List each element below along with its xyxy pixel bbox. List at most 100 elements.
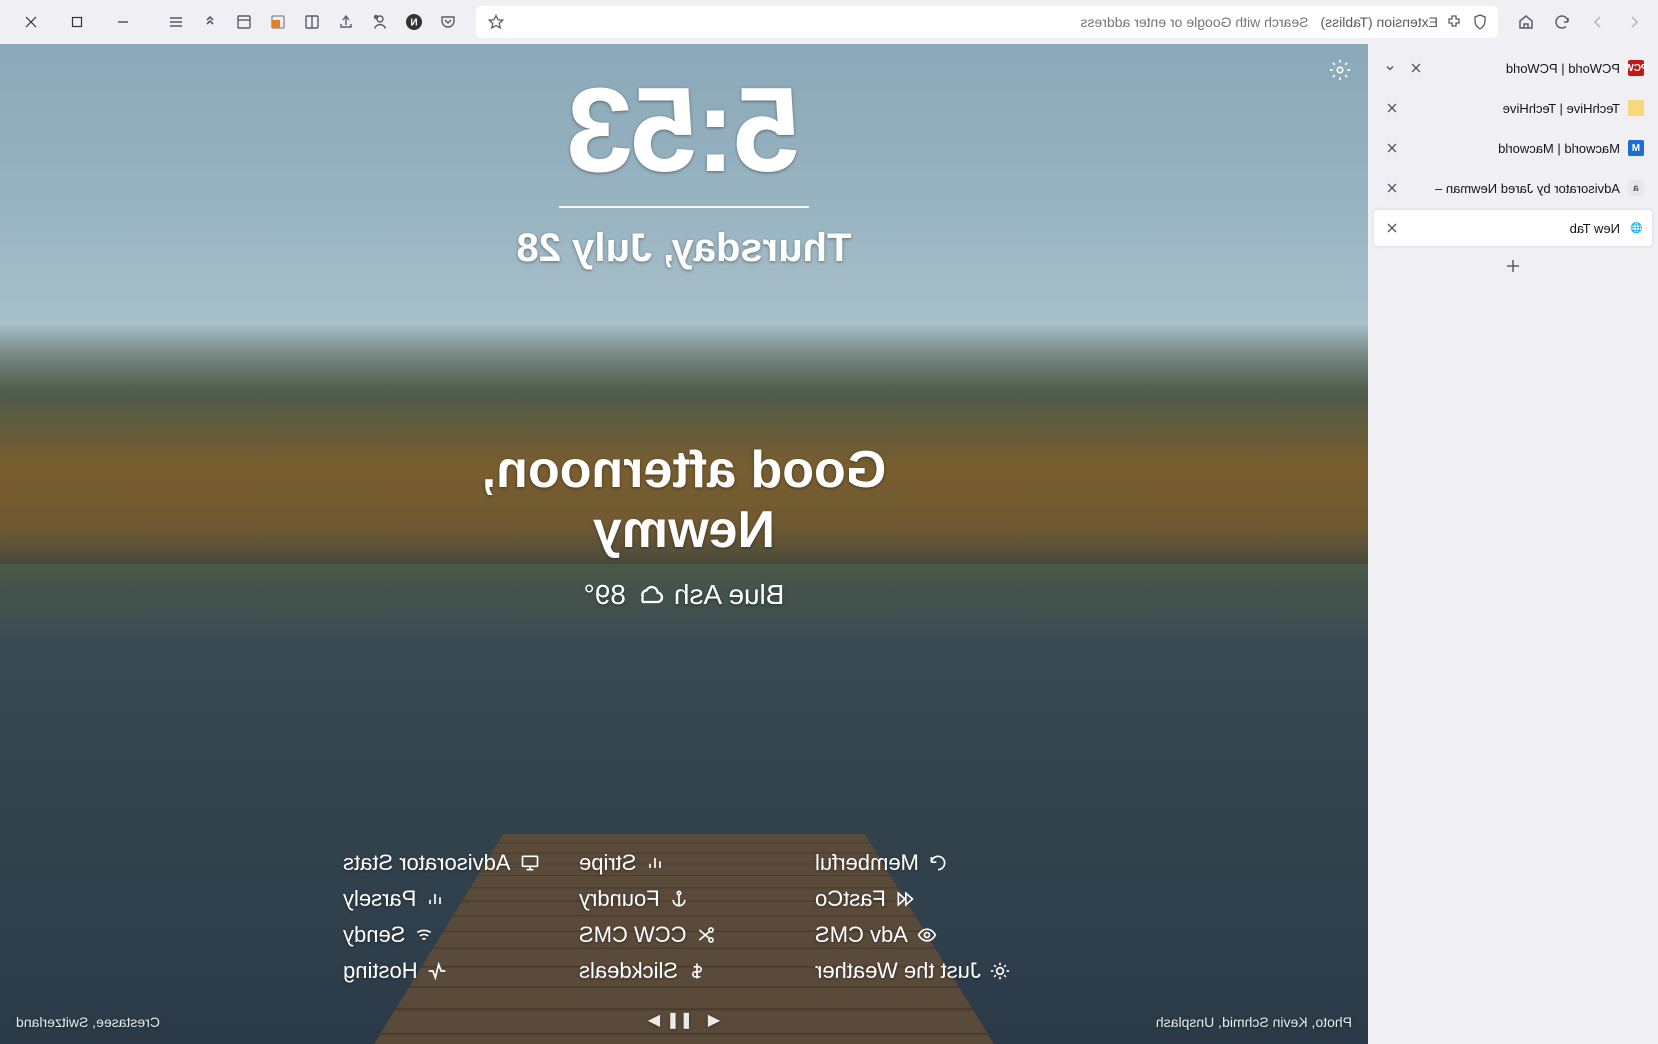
- container-button[interactable]: [262, 6, 294, 38]
- share-button[interactable]: [330, 6, 362, 38]
- reload-button[interactable]: [1546, 6, 1578, 38]
- account-button[interactable]: [364, 6, 396, 38]
- quick-link-label: Foundry: [579, 886, 660, 912]
- quick-link-label: Adv CMS: [815, 922, 908, 948]
- tab-item[interactable]: a Advisorator by Jared Newman –: [1374, 170, 1652, 206]
- tab-label: Macworld | Macworld: [1410, 141, 1620, 156]
- settings-gear-icon[interactable]: [1326, 56, 1354, 84]
- tab-label: New Tab: [1410, 221, 1620, 236]
- bookmark-star-icon[interactable]: [484, 10, 508, 34]
- extension-n-button[interactable]: N: [398, 6, 430, 38]
- tab-item[interactable]: PCW PCWorld | PCWorld: [1374, 50, 1652, 86]
- quick-link-label: Stripe: [579, 850, 636, 876]
- forward-button[interactable]: [1582, 6, 1614, 38]
- tab-favicon: 🌐: [1628, 220, 1644, 236]
- library-button[interactable]: [228, 6, 260, 38]
- tab-label: PCWorld | PCWorld: [1434, 61, 1620, 76]
- refresh-icon: [927, 852, 949, 874]
- quick-link-label: Advisorator Stats: [343, 850, 511, 876]
- bg-next-icon[interactable]: ▶: [645, 1010, 663, 1030]
- tab-favicon: PCW: [1628, 60, 1644, 76]
- tab-favicon: M: [1628, 140, 1644, 156]
- maximize-button[interactable]: [54, 6, 100, 38]
- close-window-button[interactable]: [8, 6, 54, 38]
- quick-link[interactable]: Foundry: [579, 886, 789, 912]
- sidebar-button[interactable]: [296, 6, 328, 38]
- addressbar-label: Extension (Tabliss): [1321, 14, 1439, 30]
- close-tab-icon[interactable]: [1382, 178, 1402, 198]
- wifi-icon: [413, 924, 435, 946]
- quick-link-label: Memberful: [815, 850, 919, 876]
- quick-link[interactable]: Adv CMS: [815, 922, 1025, 948]
- quick-link-label: Just the Weather: [815, 958, 981, 984]
- close-tab-icon[interactable]: [1382, 98, 1402, 118]
- quick-link[interactable]: Parsely: [343, 886, 553, 912]
- quick-link[interactable]: FastCo: [815, 886, 1025, 912]
- greeting-text: Good afternoon, Newmy: [0, 441, 1368, 561]
- quick-links: Memberful Stripe Advisorator Stats FastCo Fo…: [0, 850, 1368, 984]
- extension-icon: [1444, 12, 1464, 32]
- scissors-icon: [695, 924, 717, 946]
- quick-link-label: CCW CMS: [579, 922, 687, 948]
- quick-link[interactable]: Stripe: [579, 850, 789, 876]
- tab-item[interactable]: TechHive | TechHive: [1374, 90, 1652, 126]
- quick-link-label: Hosting: [343, 958, 418, 984]
- quick-link-label: FastCo: [815, 886, 886, 912]
- bg-prev-icon[interactable]: ◀: [705, 1010, 723, 1030]
- quick-link-label: Parsely: [343, 886, 416, 912]
- anchor-icon: [668, 888, 690, 910]
- clock-time: 5:53: [517, 70, 852, 190]
- sun-icon: [989, 960, 1011, 982]
- quick-link[interactable]: CCW CMS: [579, 922, 789, 948]
- tab-label: TechHive | TechHive: [1410, 101, 1620, 116]
- bg-pause-icon[interactable]: ❚❚: [675, 1010, 693, 1030]
- page-content: 5:53 Thursday, July 28 Good afternoon, N…: [0, 44, 1368, 1044]
- background-controls: ◀ ❚❚ ▶: [645, 1010, 723, 1030]
- photo-credit[interactable]: Photo, Kevin Schmid, Unsplash: [1156, 1014, 1352, 1030]
- pocket-button[interactable]: [432, 6, 464, 38]
- new-tab-button[interactable]: [1374, 250, 1652, 282]
- weather-location: Blue Ash: [674, 579, 785, 611]
- clock-divider: [559, 206, 809, 208]
- shield-icon[interactable]: [1470, 12, 1490, 32]
- quick-link[interactable]: Just the Weather: [815, 958, 1025, 984]
- cloud-icon: [636, 581, 664, 609]
- quick-link-label: Slickdeals: [579, 958, 678, 984]
- quick-link[interactable]: Sendy: [343, 922, 553, 948]
- close-tab-icon[interactable]: [1382, 138, 1402, 158]
- tab-favicon: a: [1628, 180, 1644, 196]
- tab-label: Advisorator by Jared Newman –: [1410, 181, 1620, 196]
- activity-icon: [426, 960, 448, 982]
- monitor-icon: [519, 852, 541, 874]
- address-bar[interactable]: Extension (Tabliss): [476, 6, 1498, 38]
- tab-item[interactable]: 🌐 New Tab: [1374, 210, 1652, 246]
- rewind-icon: [894, 888, 916, 910]
- quick-link[interactable]: Advisorator Stats: [343, 850, 553, 876]
- clock-date: Thursday, July 28: [517, 226, 852, 271]
- tab-favicon: [1628, 100, 1644, 116]
- back-button[interactable]: [1618, 6, 1650, 38]
- bars-icon: [424, 888, 446, 910]
- vertical-tab-bar: PCW PCWorld | PCWorld TechHive | TechHive M…: [1368, 44, 1658, 1044]
- photo-location[interactable]: Crestasee, Switzerland: [16, 1014, 160, 1030]
- weather-widget[interactable]: Blue Ash 89°: [0, 579, 1368, 611]
- chevron-down-icon[interactable]: [1382, 60, 1398, 76]
- overflow-button[interactable]: [194, 6, 226, 38]
- menu-button[interactable]: [160, 6, 192, 38]
- addressbar-input[interactable]: [508, 14, 1309, 30]
- minimize-button[interactable]: [100, 6, 146, 38]
- svg-text:N: N: [410, 18, 417, 29]
- close-tab-icon[interactable]: [1406, 58, 1426, 78]
- quick-link[interactable]: Hosting: [343, 958, 553, 984]
- tab-item[interactable]: M Macworld | Macworld: [1374, 130, 1652, 166]
- browser-toolbar: Extension (Tabliss) N: [0, 0, 1658, 44]
- weather-temp: 89°: [584, 579, 626, 611]
- quick-link-label: Sendy: [343, 922, 405, 948]
- dollar-icon: [686, 960, 708, 982]
- eye-icon: [916, 924, 938, 946]
- home-button[interactable]: [1510, 6, 1542, 38]
- bars-icon: [644, 852, 666, 874]
- close-tab-icon[interactable]: [1382, 218, 1402, 238]
- quick-link[interactable]: Slickdeals: [579, 958, 789, 984]
- quick-link[interactable]: Memberful: [815, 850, 1025, 876]
